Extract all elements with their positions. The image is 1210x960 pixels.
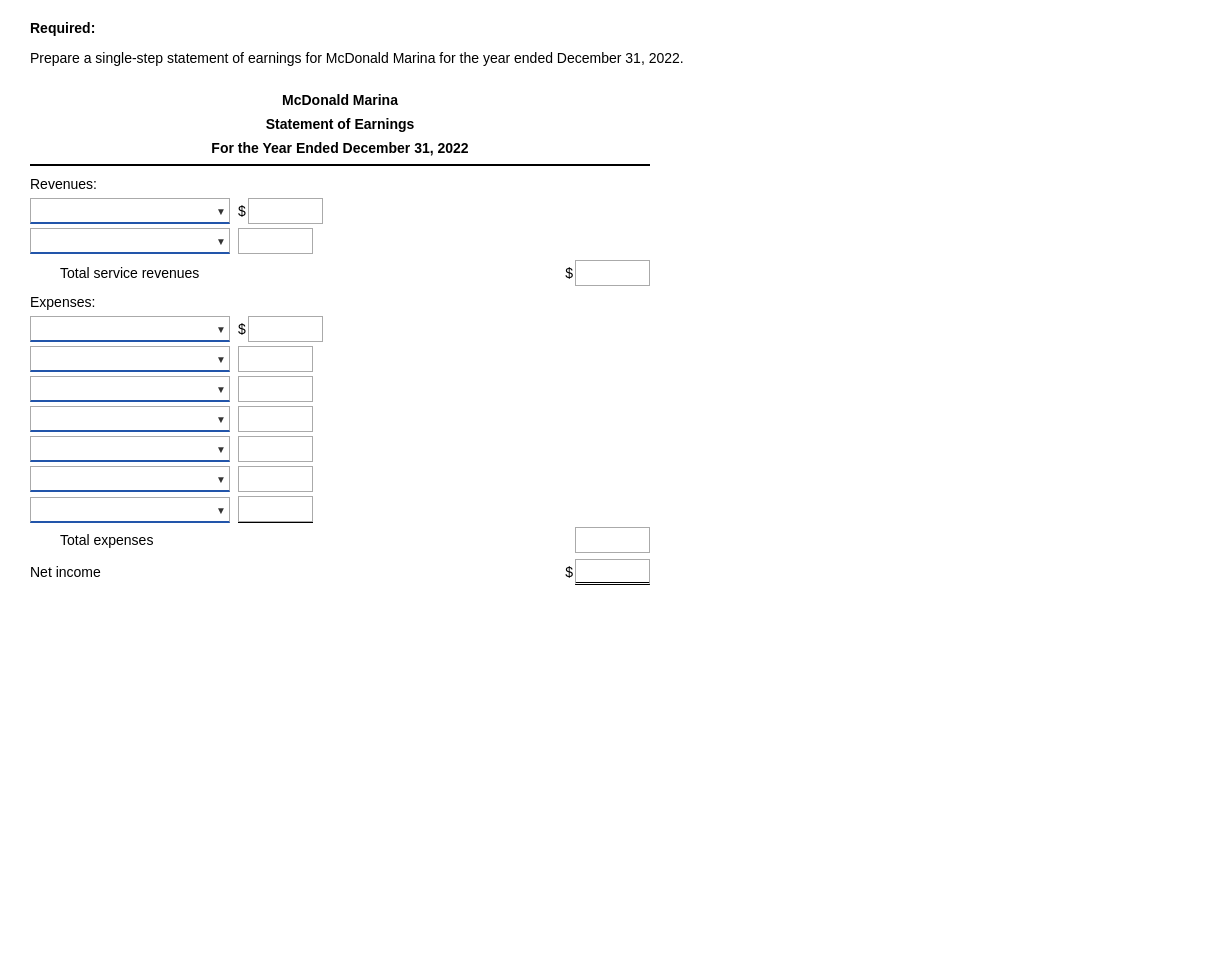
exp-amount-2 bbox=[238, 346, 313, 372]
statement-period-main: For the Year Ended December 31, 2022 bbox=[30, 137, 650, 161]
rev-amount-b bbox=[238, 228, 313, 254]
dollar-net-income: $ bbox=[565, 564, 573, 580]
exp-select-4[interactable] bbox=[30, 406, 230, 432]
rev-amount-a: $ bbox=[238, 198, 323, 224]
exp-row-1: $ bbox=[30, 316, 650, 342]
total-expenses-row: Total expenses bbox=[30, 527, 650, 553]
exp-row-5 bbox=[30, 436, 650, 462]
net-income-row: Net income $ bbox=[30, 559, 650, 585]
revenue-row-a: $ bbox=[30, 198, 650, 224]
exp-dd-wrap-2[interactable] bbox=[30, 346, 230, 372]
exp-amount-1: $ bbox=[238, 316, 323, 342]
exp-row-3 bbox=[30, 376, 650, 402]
total-service-rev-row: Total service revenues $ bbox=[30, 260, 650, 286]
exp-dd-wrap-1[interactable] bbox=[30, 316, 230, 342]
rev-input-a[interactable] bbox=[248, 198, 323, 224]
exp-select-2[interactable] bbox=[30, 346, 230, 372]
net-income-input[interactable] bbox=[575, 559, 650, 585]
exp-input-2[interactable] bbox=[238, 346, 313, 372]
exp-dd-wrap-7[interactable] bbox=[30, 497, 230, 523]
exp-amount-5 bbox=[238, 436, 313, 462]
exp-row-7 bbox=[30, 496, 650, 523]
total-service-rev-input[interactable] bbox=[575, 260, 650, 286]
main-statement: McDonald Marina Statement of Earnings Fo… bbox=[30, 89, 650, 585]
exp-input-1[interactable] bbox=[248, 316, 323, 342]
total-expenses-label: Total expenses bbox=[60, 532, 153, 548]
net-income-amount: $ bbox=[565, 559, 650, 585]
total-service-rev-amount: $ bbox=[565, 260, 650, 286]
rev-dd-wrap-a[interactable] bbox=[30, 198, 230, 224]
exp-select-3[interactable] bbox=[30, 376, 230, 402]
net-income-label: Net income bbox=[30, 564, 101, 580]
exp-input-5[interactable] bbox=[238, 436, 313, 462]
company-name-main: McDonald Marina bbox=[30, 89, 650, 113]
exp-row-6 bbox=[30, 466, 650, 492]
revenues-label-main: Revenues: bbox=[30, 176, 650, 192]
revenues-section-main: Revenues: $ bbox=[30, 176, 650, 286]
exp-select-5[interactable] bbox=[30, 436, 230, 462]
exp-input-6[interactable] bbox=[238, 466, 313, 492]
expenses-section-main: Expenses: $ bbox=[30, 294, 650, 585]
total-expenses-amount bbox=[575, 527, 650, 553]
statement-header-main: McDonald Marina Statement of Earnings Fo… bbox=[30, 89, 650, 166]
dollar-a: $ bbox=[238, 203, 246, 219]
exp-amount-4 bbox=[238, 406, 313, 432]
rev-dd-wrap-b[interactable] bbox=[30, 228, 230, 254]
exp-amount-6 bbox=[238, 466, 313, 492]
exp-select-1[interactable] bbox=[30, 316, 230, 342]
statement-title-main: Statement of Earnings bbox=[30, 113, 650, 137]
exp-input-3[interactable] bbox=[238, 376, 313, 402]
total-service-rev-label: Total service revenues bbox=[60, 265, 199, 281]
dollar-total-rev: $ bbox=[565, 265, 573, 281]
exp-dd-wrap-5[interactable] bbox=[30, 436, 230, 462]
exp-row-4 bbox=[30, 406, 650, 432]
rev-select-a[interactable] bbox=[30, 198, 230, 224]
exp-select-6[interactable] bbox=[30, 466, 230, 492]
exp-dd-wrap-3[interactable] bbox=[30, 376, 230, 402]
expenses-label-main: Expenses: bbox=[30, 294, 650, 310]
total-expenses-input[interactable] bbox=[575, 527, 650, 553]
exp-dd-wrap-6[interactable] bbox=[30, 466, 230, 492]
required-label: Required: bbox=[30, 20, 1180, 36]
exp-row-2 bbox=[30, 346, 650, 372]
exp-amount-3 bbox=[238, 376, 313, 402]
exp-input-4[interactable] bbox=[238, 406, 313, 432]
dollar-exp-1: $ bbox=[238, 321, 246, 337]
exp-amount-7 bbox=[238, 496, 313, 523]
rev-input-b[interactable] bbox=[238, 228, 313, 254]
exp-input-7[interactable] bbox=[238, 496, 313, 522]
rev-select-b[interactable] bbox=[30, 228, 230, 254]
intro-text: Prepare a single-step statement of earni… bbox=[30, 48, 1180, 69]
exp-select-7[interactable] bbox=[30, 497, 230, 523]
exp-dd-wrap-4[interactable] bbox=[30, 406, 230, 432]
revenue-row-b bbox=[30, 228, 650, 254]
